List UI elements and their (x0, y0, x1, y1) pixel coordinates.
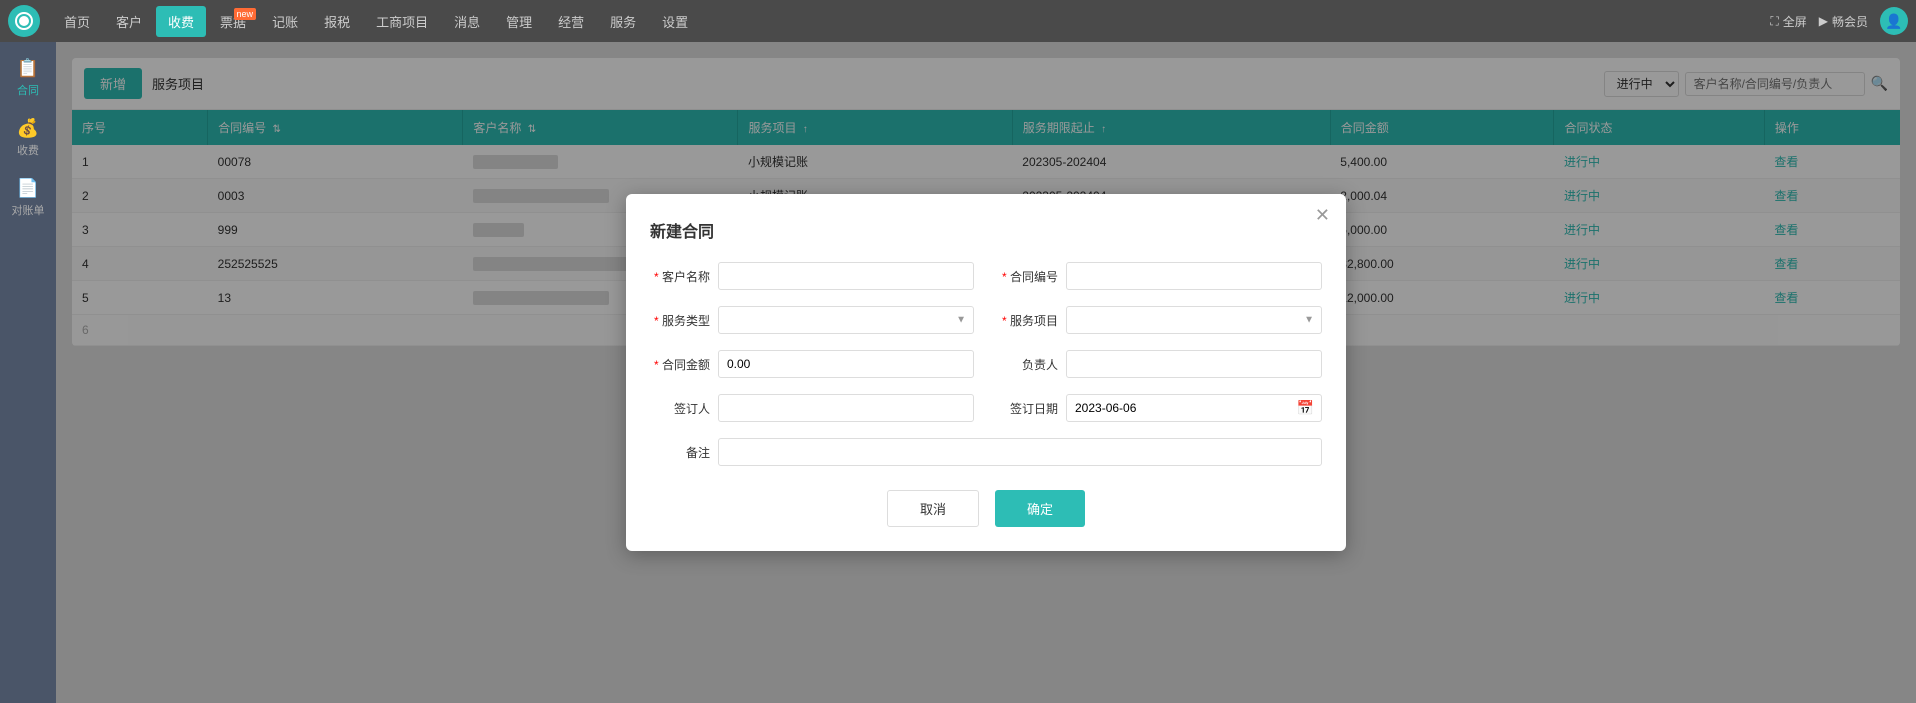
form-grid: 客户名称 合同编号 服务类型 ▼ (650, 262, 1322, 466)
dialog: ✕ 新建合同 客户名称 合同编号 服务类型 (626, 194, 1346, 551)
avatar[interactable]: 👤 (1880, 7, 1908, 35)
remark-input[interactable] (718, 438, 1322, 466)
fullscreen-icon: ⛶ (1770, 14, 1778, 29)
contract-no-row: 合同编号 (998, 262, 1322, 290)
responsible-row: 负责人 (998, 350, 1322, 378)
responsible-label: 负责人 (998, 356, 1058, 373)
sidebar-item-billing[interactable]: 💰 收费 (0, 110, 56, 166)
signer-row: 签订人 (650, 394, 974, 422)
billing-icon: 💰 (17, 118, 39, 139)
nav-invoice[interactable]: 票据 new (208, 6, 258, 37)
sidebar-item-contract-label: 合同 (17, 82, 39, 98)
sign-date-label: 签订日期 (998, 400, 1058, 417)
main-layout: 📋 合同 💰 收费 📄 对账单 新增 服务项目 进行中 已完成 已终止 (0, 42, 1916, 703)
nav-home[interactable]: 首页 (52, 6, 102, 37)
nav-billing[interactable]: 收费 (156, 6, 206, 37)
remark-label: 备注 (650, 444, 710, 461)
service-item-label: 服务项目 (998, 312, 1058, 329)
remark-row: 备注 (650, 438, 1322, 466)
contract-icon: 📋 (17, 58, 39, 79)
signer-label: 签订人 (650, 400, 710, 417)
contract-no-input[interactable] (1066, 262, 1322, 290)
nav-right: ⛶ 全屏 ▶ 畅会员 👤 (1770, 7, 1908, 35)
customer-name-row: 客户名称 (650, 262, 974, 290)
sidebar: 📋 合同 💰 收费 📄 对账单 (0, 42, 56, 703)
sign-date-wrap: 📅 (1066, 394, 1322, 422)
signer-input[interactable] (718, 394, 974, 422)
fullscreen-button[interactable]: ⛶ 全屏 (1770, 13, 1806, 30)
sign-date-row: 签订日期 📅 (998, 394, 1322, 422)
customer-name-input[interactable] (718, 262, 974, 290)
nav-customer[interactable]: 客户 (104, 6, 154, 37)
sidebar-item-billing-label: 收费 (17, 142, 39, 158)
dialog-title: 新建合同 (650, 218, 1322, 242)
dialog-close-button[interactable]: ✕ (1315, 206, 1330, 224)
nav-operation[interactable]: 经营 (546, 6, 596, 37)
play-icon: ▶ (1819, 14, 1828, 28)
top-nav: 首页 客户 收费 票据 new 记账 报税 工商项目 消息 管理 经营 服务 设… (0, 0, 1916, 42)
confirm-button[interactable]: 确定 (995, 490, 1085, 527)
service-type-select-wrap: ▼ (718, 306, 974, 334)
service-type-select[interactable] (718, 306, 974, 334)
contract-no-label: 合同编号 (998, 268, 1058, 285)
nav-manage[interactable]: 管理 (494, 6, 544, 37)
nav-items: 首页 客户 收费 票据 new 记账 报税 工商项目 消息 管理 经营 服务 设… (52, 6, 1770, 37)
cancel-button[interactable]: 取消 (887, 490, 979, 527)
nav-message[interactable]: 消息 (442, 6, 492, 37)
nav-business[interactable]: 工商项目 (364, 6, 440, 37)
nav-tax[interactable]: 报税 (312, 6, 362, 37)
contract-amount-label: 合同金额 (650, 356, 710, 373)
customer-name-label: 客户名称 (650, 268, 710, 285)
sign-date-input[interactable] (1066, 394, 1322, 422)
content-area: 新增 服务项目 进行中 已完成 已终止 🔍 序号 合同编 (56, 42, 1916, 703)
service-item-select-wrap: ▼ (1066, 306, 1322, 334)
sidebar-item-contract[interactable]: 📋 合同 (0, 50, 56, 106)
sidebar-item-statement[interactable]: 📄 对账单 (0, 170, 56, 226)
service-type-label: 服务类型 (650, 312, 710, 329)
nav-settings[interactable]: 设置 (650, 6, 700, 37)
calendar-icon[interactable]: 📅 (1297, 400, 1314, 417)
service-type-row: 服务类型 ▼ (650, 306, 974, 334)
statement-icon: 📄 (17, 178, 39, 199)
service-item-row: 服务项目 ▼ (998, 306, 1322, 334)
modal-overlay: ✕ 新建合同 客户名称 合同编号 服务类型 (56, 42, 1916, 703)
dialog-footer: 取消 确定 (650, 490, 1322, 527)
logo (8, 5, 40, 37)
nav-service[interactable]: 服务 (598, 6, 648, 37)
sidebar-item-statement-label: 对账单 (12, 202, 45, 218)
service-item-select[interactable] (1066, 306, 1322, 334)
member-button[interactable]: ▶ 畅会员 (1819, 13, 1868, 30)
nav-bookkeeping[interactable]: 记账 (260, 6, 310, 37)
contract-amount-row: 合同金额 (650, 350, 974, 378)
contract-amount-input[interactable] (718, 350, 974, 378)
new-badge: new (234, 8, 257, 20)
responsible-input[interactable] (1066, 350, 1322, 378)
